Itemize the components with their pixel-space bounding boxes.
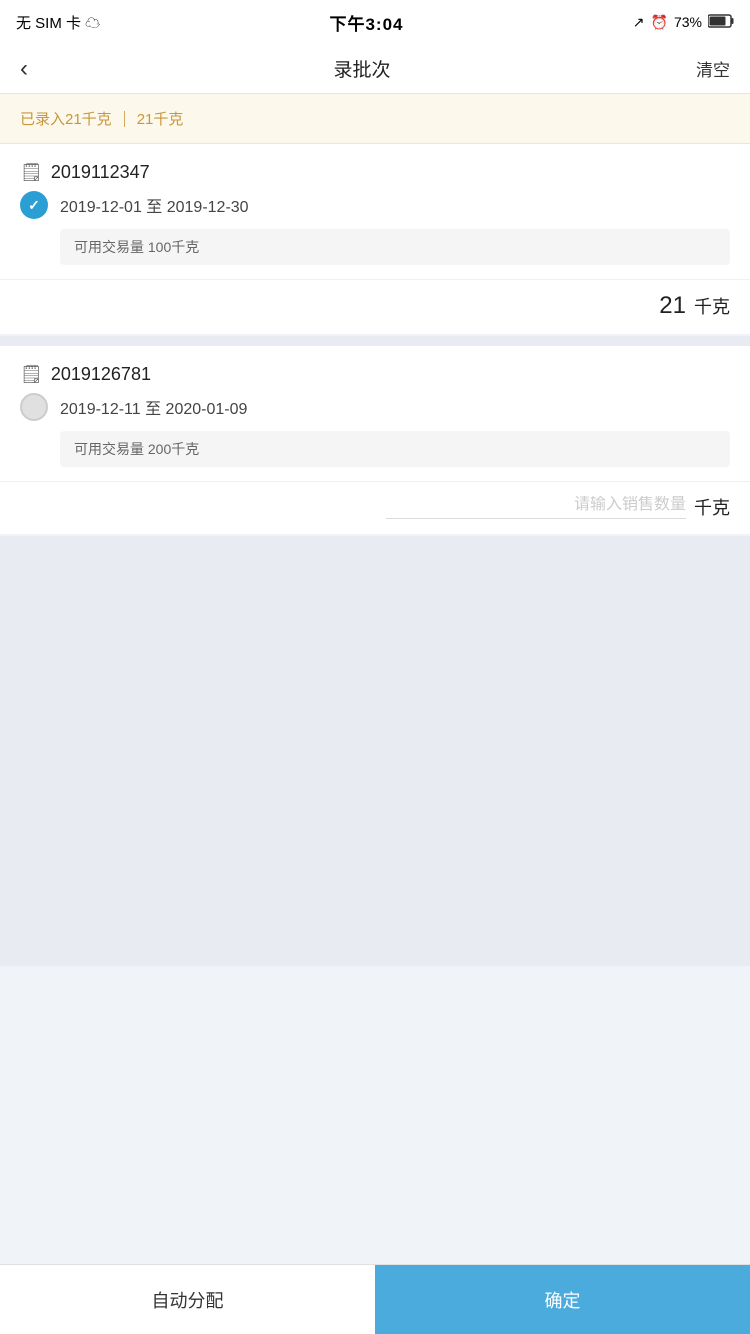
batch2-id: 2019126781 <box>51 364 151 385</box>
batch1-amount-value: 21 <box>659 292 686 320</box>
status-left: 无 SIM 卡 ☁ <box>16 12 100 33</box>
clear-button[interactable]: 清空 <box>696 56 730 81</box>
clock-icon: ⏰ <box>651 14 668 31</box>
back-button[interactable]: ‹ <box>20 55 28 83</box>
battery-label: 73% <box>674 14 702 30</box>
batch2-amount-row: 千克 <box>0 481 750 534</box>
recorded-amount-value: 21千克 <box>137 108 184 129</box>
section-divider-1 <box>0 336 750 346</box>
bottom-bar: 自动分配 确定 <box>0 1264 750 1334</box>
batch2-date-range: 2019-12-11 至 2020-01-09 <box>60 395 247 419</box>
batch2-icon: 🗒 <box>20 364 43 385</box>
batch1-card: 🗒 2019112347 ✓ 2019-12-01 至 2019-12-30 可… <box>0 144 750 334</box>
batch1-checkbox[interactable]: ✓ <box>20 191 48 219</box>
location-icon: ↗ <box>633 14 645 31</box>
info-banner: 已录入21千克 21千克 <box>0 94 750 144</box>
batch1-amount-row: 21 千克 <box>0 279 750 334</box>
batch1-date-range: 2019-12-01 至 2019-12-30 <box>60 193 249 217</box>
batch1-content: 🗒 2019112347 ✓ 2019-12-01 至 2019-12-30 可… <box>0 144 750 279</box>
batch2-content: 🗒 2019126781 2019-12-11 至 2020-01-09 可用交… <box>0 346 750 481</box>
batch2-check-row[interactable]: 2019-12-11 至 2020-01-09 <box>20 393 730 421</box>
empty-space <box>0 536 750 966</box>
batch2-header: 🗒 2019126781 <box>20 364 730 385</box>
status-right: ↗ ⏰ 73% <box>633 14 734 31</box>
batch2-unit-label: 千克 <box>694 494 730 520</box>
confirm-button[interactable]: 确定 <box>375 1265 750 1334</box>
batch2-card: 🗒 2019126781 2019-12-11 至 2020-01-09 可用交… <box>0 346 750 534</box>
banner-divider <box>124 111 125 127</box>
auto-distribute-button[interactable]: 自动分配 <box>0 1265 375 1334</box>
sim-label: 无 SIM 卡 ☁ <box>16 12 100 33</box>
status-bar: 无 SIM 卡 ☁ 下午3:04 ↗ ⏰ 73% <box>0 0 750 44</box>
page-title: 录批次 <box>333 55 390 82</box>
recorded-amount-label: 已录入21千克 <box>20 108 112 129</box>
batch1-icon: 🗒 <box>20 162 43 183</box>
battery-icon <box>708 14 734 31</box>
batch1-avail-qty: 可用交易量 100千克 <box>60 229 730 265</box>
batch1-id: 2019112347 <box>51 162 150 183</box>
batch2-input-wrapper <box>386 496 686 519</box>
batch1-check-row[interactable]: ✓ 2019-12-01 至 2019-12-30 <box>20 191 730 219</box>
status-time: 下午3:04 <box>329 10 403 35</box>
batch1-check-mark: ✓ <box>28 197 40 214</box>
batch2-avail-qty: 可用交易量 200千克 <box>60 431 730 467</box>
batch1-header: 🗒 2019112347 <box>20 162 730 183</box>
nav-bar: ‹ 录批次 清空 <box>0 44 750 94</box>
batch2-checkbox[interactable] <box>20 393 48 421</box>
batch2-quantity-input[interactable] <box>386 496 686 514</box>
batch1-amount-unit: 千克 <box>694 293 730 319</box>
